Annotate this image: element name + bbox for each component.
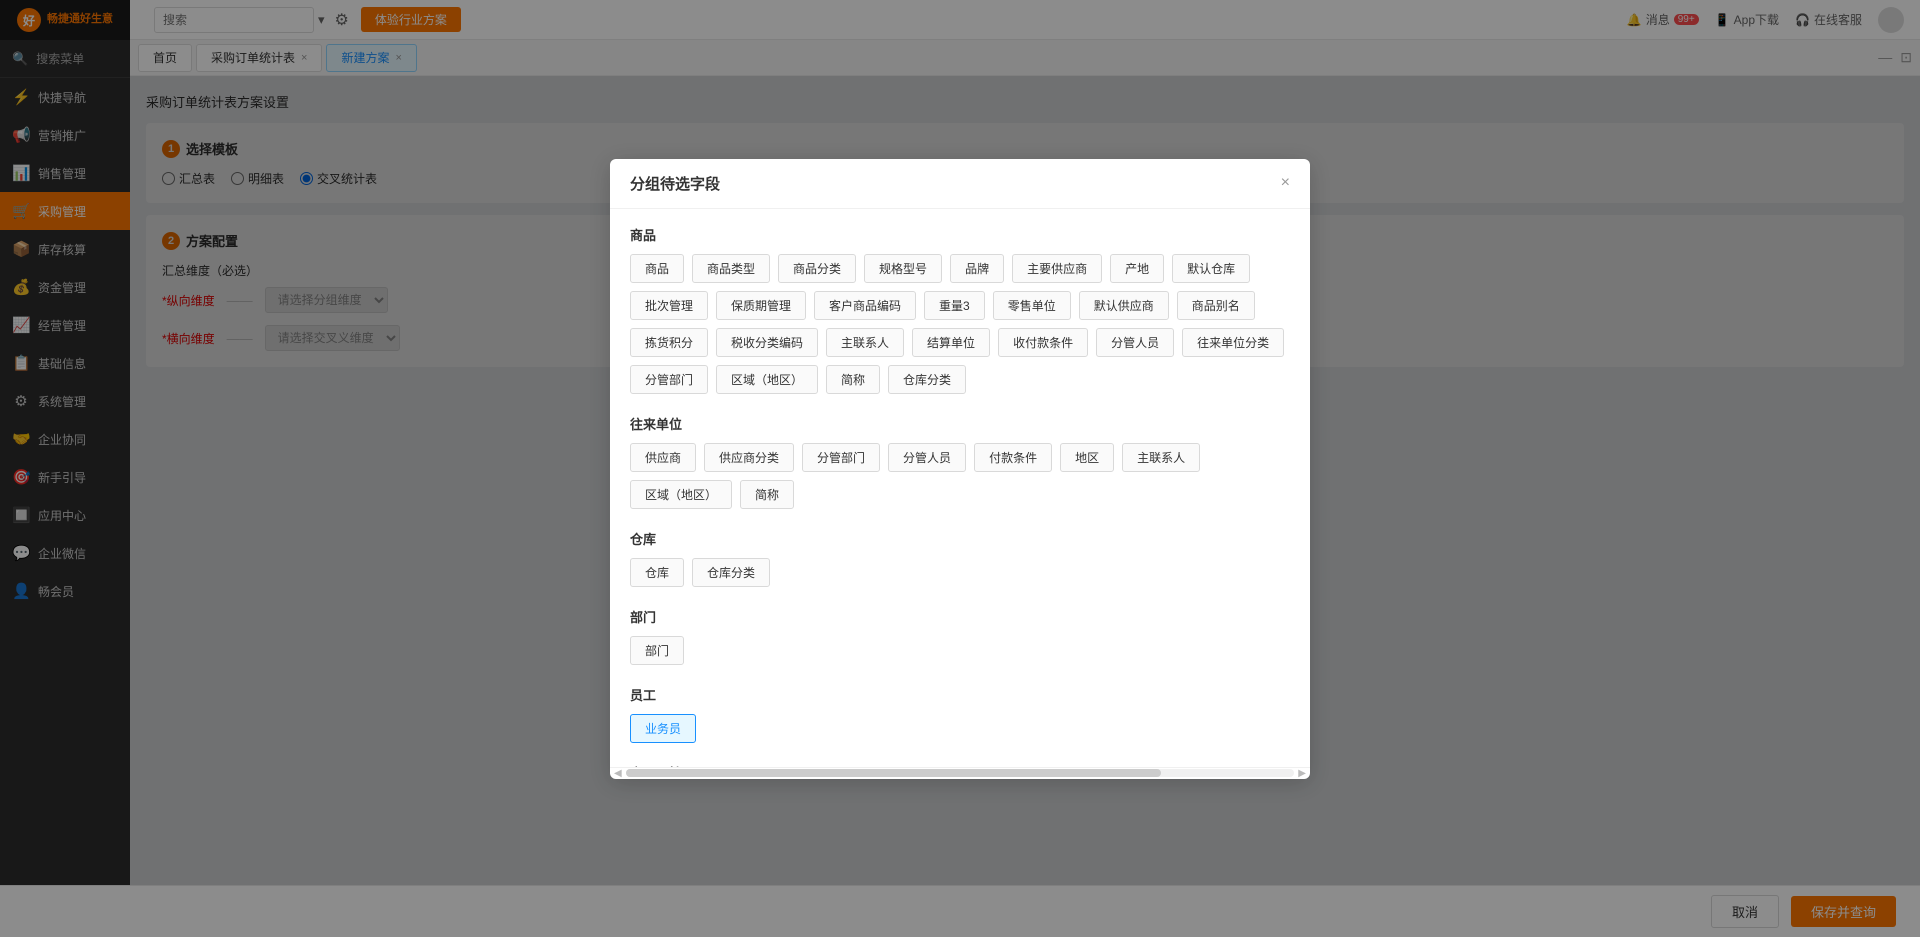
field-tag[interactable]: 区域（地区） bbox=[716, 365, 818, 394]
section-title-employee: 员工 bbox=[630, 685, 1290, 704]
product-field-tags: 商品 商品类型 商品分类 规格型号 品牌 主要供应商 产地 默认仓库 批次管理 … bbox=[630, 254, 1290, 394]
field-tag[interactable]: 商品类型 bbox=[692, 254, 770, 283]
field-tag[interactable]: 仓库分类 bbox=[692, 558, 770, 587]
field-tag[interactable]: 税收分类编码 bbox=[716, 328, 818, 357]
department-field-tags: 部门 bbox=[630, 636, 1290, 665]
field-tag[interactable]: 品牌 bbox=[950, 254, 1004, 283]
field-tag[interactable]: 主要供应商 bbox=[1012, 254, 1102, 283]
counterpart-field-tags: 供应商 供应商分类 分管部门 分管人员 付款条件 地区 主联系人 区域（地区） … bbox=[630, 443, 1290, 509]
field-tag-employee-sales[interactable]: 业务员 bbox=[630, 714, 696, 743]
field-tag[interactable]: 分管人员 bbox=[1096, 328, 1174, 357]
scrollbar-thumb bbox=[626, 769, 1161, 777]
field-tag[interactable]: 商品别名 bbox=[1177, 291, 1255, 320]
field-section-department: 部门 部门 bbox=[630, 607, 1290, 665]
field-section-warehouse: 仓库 仓库 仓库分类 bbox=[630, 529, 1290, 587]
field-tag[interactable]: 主联系人 bbox=[826, 328, 904, 357]
section-title-department: 部门 bbox=[630, 607, 1290, 626]
warehouse-field-tags: 仓库 仓库分类 bbox=[630, 558, 1290, 587]
field-tag[interactable]: 简称 bbox=[826, 365, 880, 394]
field-tag[interactable]: 主联系人 bbox=[1122, 443, 1200, 472]
field-tag[interactable]: 收付款条件 bbox=[998, 328, 1088, 357]
field-tag[interactable]: 零售单位 bbox=[993, 291, 1071, 320]
field-tag[interactable]: 产地 bbox=[1110, 254, 1164, 283]
field-tag[interactable]: 仓库分类 bbox=[888, 365, 966, 394]
field-tag[interactable]: 付款条件 bbox=[974, 443, 1052, 472]
modal-overlay: 分组待选字段 × 商品 商品 商品类型 商品分类 规格型号 品牌 主要供应商 产… bbox=[0, 0, 1920, 937]
scroll-left-arrow[interactable]: ◀ bbox=[614, 768, 622, 779]
field-selection-modal: 分组待选字段 × 商品 商品 商品类型 商品分类 规格型号 品牌 主要供应商 产… bbox=[610, 159, 1310, 779]
field-section-counterpart: 往来单位 供应商 供应商分类 分管部门 分管人员 付款条件 地区 主联系人 区域… bbox=[630, 414, 1290, 509]
section-title-counterpart: 往来单位 bbox=[630, 414, 1290, 433]
field-tag[interactable]: 仓库 bbox=[630, 558, 684, 587]
field-tag[interactable]: 规格型号 bbox=[864, 254, 942, 283]
field-tag[interactable]: 简称 bbox=[740, 480, 794, 509]
field-tag[interactable]: 重量3 bbox=[924, 291, 985, 320]
field-tag[interactable]: 分管部门 bbox=[802, 443, 880, 472]
field-tag[interactable]: 分管人员 bbox=[888, 443, 966, 472]
modal-close-btn[interactable]: × bbox=[1281, 174, 1290, 192]
field-tag[interactable]: 保质期管理 bbox=[716, 291, 806, 320]
field-tag[interactable]: 往来单位分类 bbox=[1182, 328, 1284, 357]
field-tag[interactable]: 部门 bbox=[630, 636, 684, 665]
field-tag[interactable]: 拣货积分 bbox=[630, 328, 708, 357]
field-tag[interactable]: 供应商分类 bbox=[704, 443, 794, 472]
field-section-employee: 员工 业务员 bbox=[630, 685, 1290, 743]
employee-field-tags: 业务员 bbox=[630, 714, 1290, 743]
field-tag[interactable]: 商品 bbox=[630, 254, 684, 283]
modal-title: 分组待选字段 bbox=[630, 173, 720, 194]
field-tag[interactable]: 结算单位 bbox=[912, 328, 990, 357]
scroll-right-arrow[interactable]: ▶ bbox=[1298, 768, 1306, 779]
field-tag[interactable]: 区域（地区） bbox=[630, 480, 732, 509]
section-title-warehouse: 仓库 bbox=[630, 529, 1290, 548]
field-tag[interactable]: 客户商品编码 bbox=[814, 291, 916, 320]
field-tag[interactable]: 供应商 bbox=[630, 443, 696, 472]
field-tag[interactable]: 分管部门 bbox=[630, 365, 708, 394]
modal-scrollbar-area: ◀ ▶ bbox=[610, 767, 1310, 779]
field-tag[interactable]: 商品分类 bbox=[778, 254, 856, 283]
modal-header: 分组待选字段 × bbox=[610, 159, 1310, 209]
field-tag[interactable]: 默认供应商 bbox=[1079, 291, 1169, 320]
field-tag[interactable]: 地区 bbox=[1060, 443, 1114, 472]
horizontal-scrollbar[interactable] bbox=[626, 769, 1295, 777]
modal-body: 商品 商品 商品类型 商品分类 规格型号 品牌 主要供应商 产地 默认仓库 批次… bbox=[610, 209, 1310, 767]
field-tag[interactable]: 批次管理 bbox=[630, 291, 708, 320]
field-section-product: 商品 商品 商品类型 商品分类 规格型号 品牌 主要供应商 产地 默认仓库 批次… bbox=[630, 225, 1290, 394]
section-title-product: 商品 bbox=[630, 225, 1290, 244]
field-tag[interactable]: 默认仓库 bbox=[1172, 254, 1250, 283]
